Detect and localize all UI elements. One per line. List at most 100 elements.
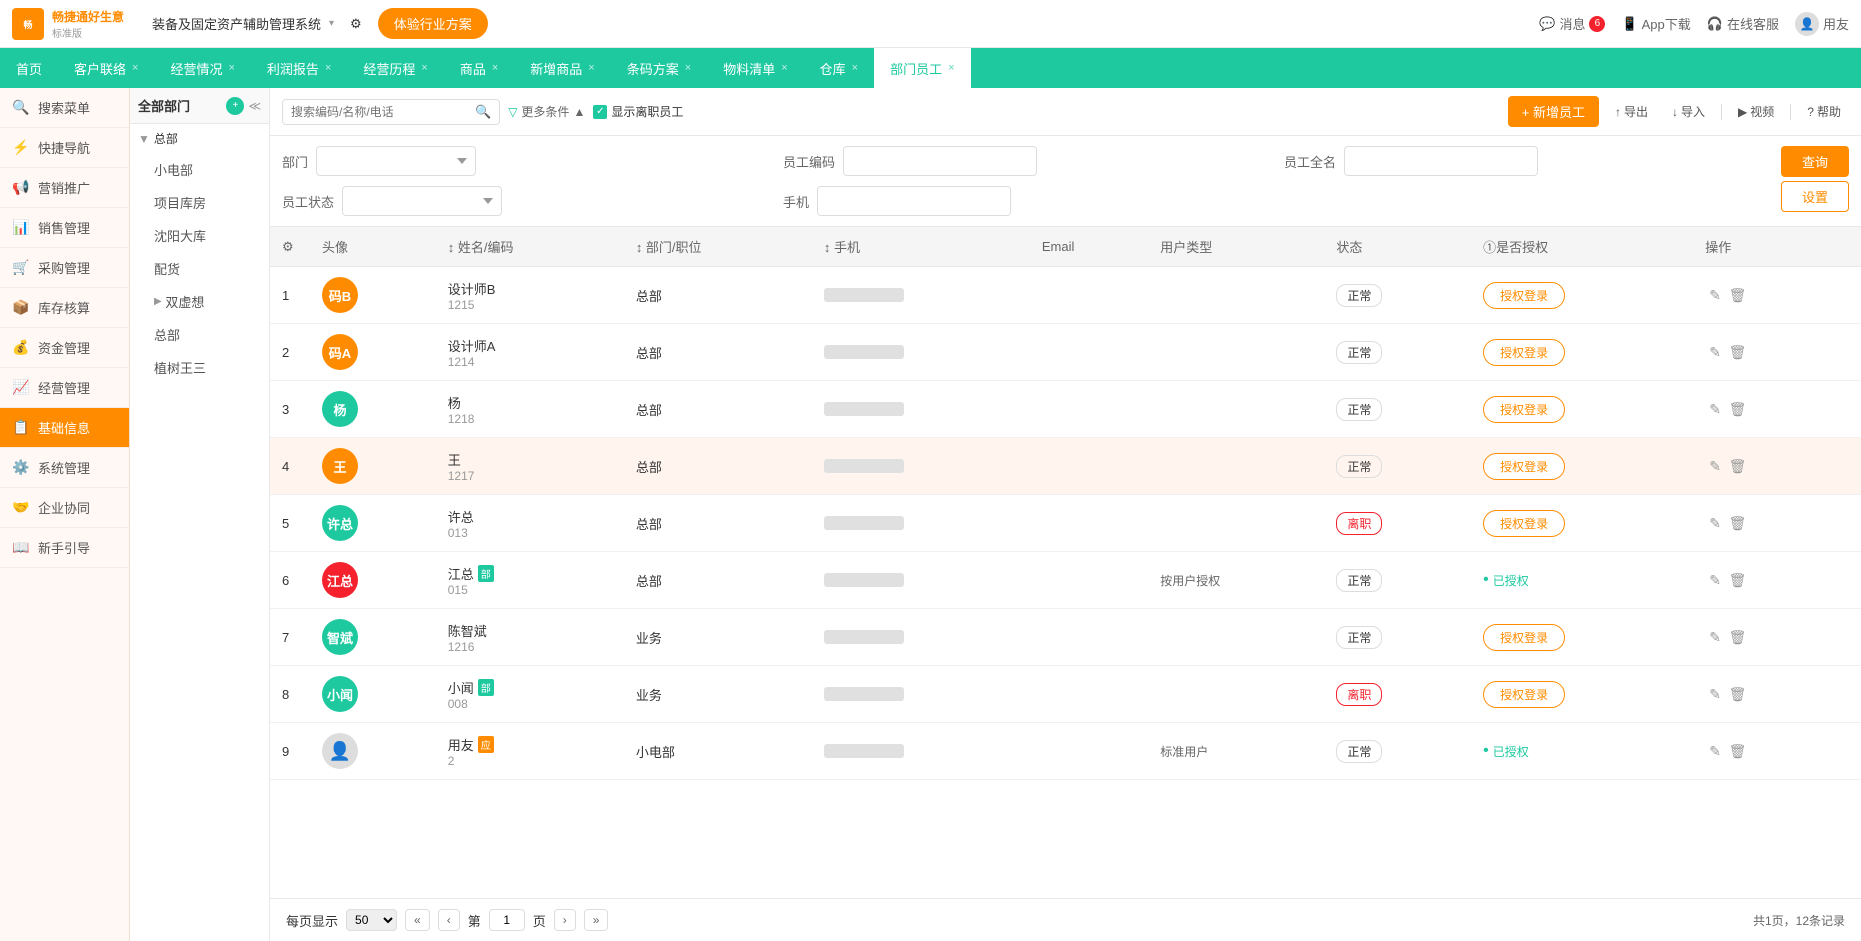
tree-item-pei-huo[interactable]: 配货 [130,252,269,285]
nav-close-商品[interactable]: × [492,62,498,74]
delete-button[interactable]: 🗑 [1729,344,1747,360]
nav-close-经营情况[interactable]: × [228,62,234,74]
left-nav-item-资金管理[interactable]: 💰资金管理 [0,328,129,368]
nav-item-仓库[interactable]: 仓库× [804,48,874,88]
auth-button[interactable]: 授权登录 [1483,681,1565,708]
delete-button[interactable]: 🗑 [1729,743,1747,759]
message-item[interactable]: 💬 消息 6 [1539,14,1605,33]
settings-icon[interactable]: ⚙ [350,16,362,32]
nav-item-经营历程[interactable]: 经营历程× [347,48,443,88]
nav-close-新增商品[interactable]: × [588,62,594,74]
auth-button[interactable]: 授权登录 [1483,510,1565,537]
edit-button[interactable]: ✎ [1709,515,1721,531]
nav-item-首页[interactable]: 首页 [0,48,58,88]
export-button[interactable]: ↑ 导出 [1607,99,1656,124]
view-button[interactable]: ▶ 视频 [1730,99,1782,124]
filter-phone-input[interactable] [817,186,1011,216]
tree-add-button[interactable]: + [226,97,244,115]
edit-button[interactable]: ✎ [1709,686,1721,702]
nav-item-新增商品[interactable]: 新增商品× [514,48,610,88]
delete-button[interactable]: 🗑 [1729,629,1747,645]
page-number-input[interactable]: 1 [489,909,525,931]
prev-page-button[interactable]: ‹ [438,909,460,931]
first-page-button[interactable]: « [405,909,430,931]
next-page-button[interactable]: › [554,909,576,931]
delete-button[interactable]: 🗑 [1729,515,1747,531]
show-inactive-toggle[interactable]: ✓ 显示离职员工 [593,103,683,120]
nav-close-经营历程[interactable]: × [421,62,427,74]
tree-item-shuang-xu[interactable]: ▶ 双虚想 [130,285,269,318]
left-nav-item-销售管理[interactable]: 📊销售管理 [0,208,129,248]
filter-dept-select[interactable] [316,146,476,176]
service-item[interactable]: 🎧 在线客服 [1707,14,1779,33]
left-nav-item-经营管理[interactable]: 📈经营管理 [0,368,129,408]
tree-item-zong-bu[interactable]: 总部 [130,318,269,351]
filter-status-select[interactable] [342,186,502,216]
tree-item-xiao-dian[interactable]: 小电部 [130,153,269,186]
import-button[interactable]: ↓ 导入 [1664,99,1713,124]
auth-button[interactable]: 授权登录 [1483,396,1565,423]
tree-item-shen-yang[interactable]: 沈阳大库 [130,219,269,252]
trial-button[interactable]: 体验行业方案 [378,8,488,39]
edit-button[interactable]: ✎ [1709,458,1721,474]
nav-item-经营情况[interactable]: 经营情况× [154,48,250,88]
nav-item-部门员工[interactable]: 部门员工× [874,48,970,88]
left-nav-item-快捷导航[interactable]: ⚡快捷导航 [0,128,129,168]
last-page-button[interactable]: » [584,909,609,931]
nav-item-商品[interactable]: 商品× [444,48,514,88]
left-nav-item-新手引导[interactable]: 📖新手引导 [0,528,129,568]
sys-dropdown-arrow[interactable]: ▾ [329,18,334,29]
col-dept[interactable]: ↕ 部门/职位 [624,227,812,267]
tree-collapse-icon[interactable]: ≪ [248,99,261,113]
edit-button[interactable]: ✎ [1709,743,1721,759]
search-box[interactable]: 🔍 [282,99,500,125]
more-conditions-btn[interactable]: ▽ 更多条件 ▲ [508,103,585,120]
col-phone[interactable]: ↕ 手机 [812,227,1030,267]
left-nav-item-采购管理[interactable]: 🛒采购管理 [0,248,129,288]
auth-button[interactable]: 授权登录 [1483,453,1565,480]
left-nav-item-系统管理[interactable]: ⚙️系统管理 [0,448,129,488]
left-nav-item-企业协同[interactable]: 🤝企业协同 [0,488,129,528]
left-nav-item-搜索菜单[interactable]: 🔍搜索菜单 [0,88,129,128]
search-input[interactable] [291,105,471,119]
delete-button[interactable]: 🗑 [1729,401,1747,417]
delete-button[interactable]: 🗑 [1729,458,1747,474]
delete-button[interactable]: 🗑 [1729,686,1747,702]
nav-close-条码方案[interactable]: × [685,62,691,74]
page-size-select[interactable]: 50 100 [346,909,397,931]
delete-button[interactable]: 🗑 [1729,572,1747,588]
col-settings[interactable]: ⚙ [270,227,310,267]
filter-code-input[interactable] [843,146,1037,176]
auth-button[interactable]: 授权登录 [1483,339,1565,366]
left-nav-item-库存核算[interactable]: 📦库存核算 [0,288,129,328]
tree-item-zhi-shu[interactable]: 植树王三 [130,351,269,384]
filter-name-input[interactable] [1344,146,1538,176]
edit-button[interactable]: ✎ [1709,287,1721,303]
edit-button[interactable]: ✎ [1709,572,1721,588]
auth-button[interactable]: 授权登录 [1483,282,1565,309]
nav-item-物料清单[interactable]: 物料清单× [707,48,803,88]
nav-close-部门员工[interactable]: × [948,62,954,74]
col-name[interactable]: ↕ 姓名/编码 [436,227,624,267]
nav-close-客户联络[interactable]: × [132,62,138,74]
add-employee-button[interactable]: + 新增员工 [1508,96,1599,127]
nav-item-条码方案[interactable]: 条码方案× [611,48,707,88]
help-button[interactable]: ? 帮助 [1799,99,1849,124]
edit-button[interactable]: ✎ [1709,401,1721,417]
nav-close-利润报告[interactable]: × [325,62,331,74]
user-item[interactable]: 👤 用友 [1795,12,1849,36]
app-download-item[interactable]: 📱 App下载 [1621,14,1690,33]
query-button[interactable]: 查询 [1781,146,1849,177]
edit-button[interactable]: ✎ [1709,344,1721,360]
tree-item-xiang-mu[interactable]: 项目库房 [130,186,269,219]
edit-button[interactable]: ✎ [1709,629,1721,645]
nav-item-利润报告[interactable]: 利润报告× [251,48,347,88]
auth-button[interactable]: 授权登录 [1483,624,1565,651]
show-inactive-checkbox[interactable]: ✓ [593,105,607,119]
nav-item-客户联络[interactable]: 客户联络× [58,48,154,88]
set-button[interactable]: 设置 [1781,181,1849,212]
nav-close-物料清单[interactable]: × [781,62,787,74]
nav-close-仓库[interactable]: × [852,62,858,74]
delete-button[interactable]: 🗑 [1729,287,1747,303]
left-nav-item-营销推广[interactable]: 📢营销推广 [0,168,129,208]
